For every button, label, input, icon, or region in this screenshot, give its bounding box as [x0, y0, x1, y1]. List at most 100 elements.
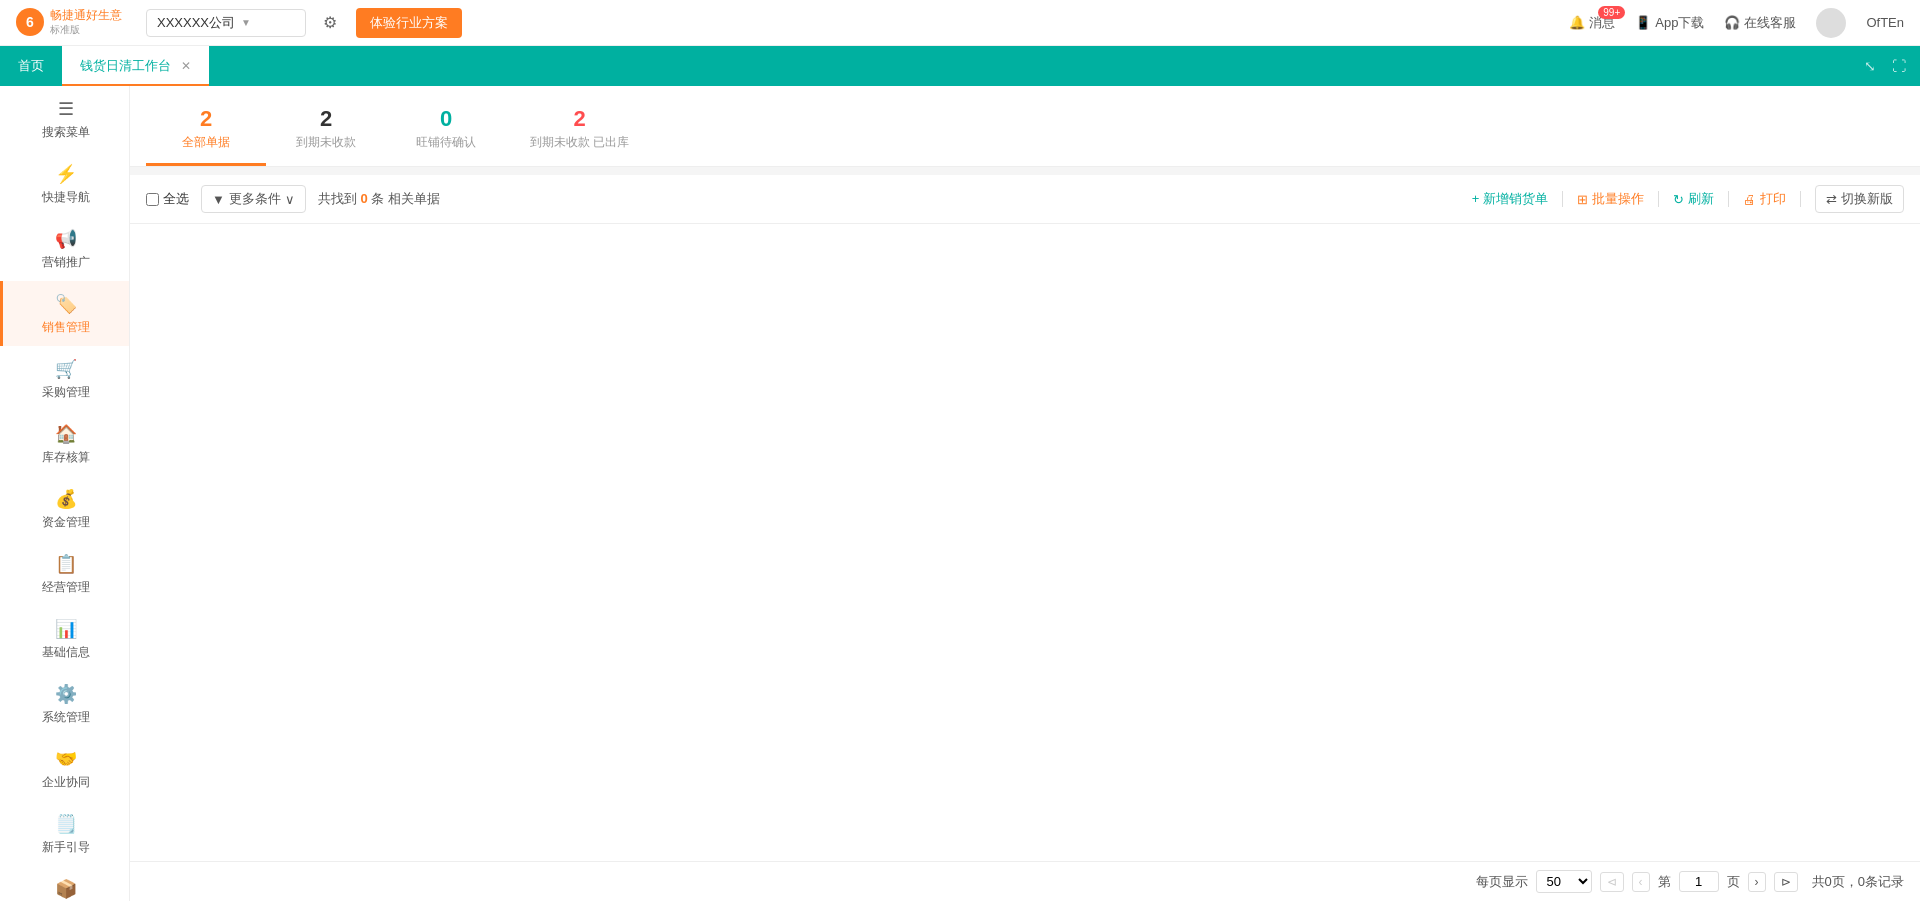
download-icon: 📱 [1635, 15, 1651, 30]
total-info: 共0页，0条记录 [1812, 873, 1904, 891]
stats-count-wangpu: 0 [410, 106, 482, 132]
company-name: XXXXXX公司 [157, 14, 235, 32]
nav-restore-icon[interactable]: ⤡ [1860, 54, 1880, 78]
logo-icon: 6 [16, 8, 44, 36]
app-tag: 标准版 [50, 23, 122, 37]
app-center-icon: 📦 [55, 878, 77, 900]
sidebar-item-inventory[interactable]: 🏠 库存核算 [0, 411, 129, 476]
nav-right-controls: ⤡ ⛶ [1860, 54, 1920, 78]
switch-version-button[interactable]: ⇄ 切换新版 [1815, 185, 1904, 213]
page-suffix: 页 [1727, 873, 1740, 891]
sidebar-item-purchase[interactable]: 🛒 采购管理 [0, 346, 129, 411]
chevron-down-icon: ▼ [241, 17, 251, 28]
stats-tab-all[interactable]: 2 全部单据 [146, 98, 266, 166]
sidebar-item-marketing[interactable]: 📢 营销推广 [0, 216, 129, 281]
sidebar: ☰ 搜索菜单 ⚡ 快捷导航 📢 营销推广 🏷️ 销售管理 🛒 采购管理 🏠 库存… [0, 86, 130, 901]
toolbar-right: + 新增销货单 ⊞ 批量操作 ↻ 刷新 🖨 打印 ⇄ [1472, 185, 1904, 213]
company-selector[interactable]: XXXXXX公司 ▼ [146, 9, 306, 37]
sidebar-item-app-center[interactable]: 📦 应用中心 [0, 866, 129, 901]
sidebar-item-basic-info[interactable]: 📊 基础信息 [0, 606, 129, 671]
print-button[interactable]: 🖨 打印 [1743, 190, 1786, 208]
prev-page-button[interactable]: ‹ [1632, 872, 1650, 892]
stats-tab-overdue-unpaid[interactable]: 2 到期未收款 [266, 98, 386, 166]
main-layout: ☰ 搜索菜单 ⚡ 快捷导航 📢 营销推广 🏷️ 销售管理 🛒 采购管理 🏠 库存… [0, 86, 1920, 901]
stats-tab-wangpu[interactable]: 0 旺铺待确认 [386, 98, 506, 166]
tab-active-indicator [62, 84, 209, 86]
stats-label-overdue: 到期未收款 [290, 134, 362, 151]
new-sales-order-button[interactable]: + 新增销货单 [1472, 190, 1548, 208]
select-all-checkbox[interactable]: 全选 [146, 190, 189, 208]
messages-button[interactable]: 🔔 消息 99+ [1569, 14, 1615, 32]
per-page-label: 每页显示 [1476, 873, 1528, 891]
search-menu-icon: ☰ [58, 98, 74, 120]
sidebar-item-operations[interactable]: 📋 经营管理 [0, 541, 129, 606]
found-count: 0 [361, 191, 368, 206]
settings-icon[interactable]: ⚙ [314, 7, 346, 39]
stats-count-unshipped: 2 [530, 106, 629, 132]
finance-icon: 💰 [55, 488, 77, 510]
stats-label-all: 全部单据 [170, 134, 242, 151]
sidebar-item-system[interactable]: ⚙️ 系统管理 [0, 671, 129, 736]
messages-badge: 99+ [1598, 6, 1625, 19]
operations-icon: 📋 [55, 553, 77, 575]
guide-icon: 🗒️ [55, 813, 77, 835]
logo-area: 6 畅捷通好生意 标准版 [16, 8, 146, 36]
divider4 [1800, 191, 1801, 207]
online-service-button[interactable]: 🎧 在线客服 [1724, 14, 1796, 32]
toolbar: 全选 ▼ 更多条件 ∨ 共找到 0 条 相关单据 + 新增销货单 ⊞ 批量操作 [130, 175, 1920, 224]
username: OfTEn [1866, 15, 1904, 30]
found-text: 共找到 0 条 相关单据 [318, 190, 440, 208]
avatar[interactable] [1816, 8, 1846, 38]
nav-expand-icon[interactable]: ⛶ [1888, 54, 1910, 78]
sidebar-item-cooperation[interactable]: 🤝 企业协同 [0, 736, 129, 801]
stats-label-unshipped: 到期未收款 已出库 [530, 134, 629, 151]
sidebar-item-quick-nav[interactable]: ⚡ 快捷导航 [0, 151, 129, 216]
divider [1562, 191, 1563, 207]
tab-cash-flow[interactable]: 钱货日清工作台 ✕ [62, 46, 209, 86]
first-page-button[interactable]: ⊲ [1600, 872, 1624, 892]
stats-count-overdue: 2 [290, 106, 362, 132]
header-right: 🔔 消息 99+ 📱 App下载 🎧 在线客服 OfTEn [1569, 8, 1904, 38]
sidebar-item-sales[interactable]: 🏷️ 销售管理 [0, 281, 129, 346]
stats-tab-overdue-unshipped[interactable]: 2 到期未收款 已出库 [506, 98, 653, 166]
cooperation-icon: 🤝 [55, 748, 77, 770]
marketing-icon: 📢 [55, 228, 77, 250]
select-all-input[interactable] [146, 193, 159, 206]
stats-count-all: 2 [170, 106, 242, 132]
refresh-icon: ↻ [1673, 192, 1684, 207]
service-icon: 🎧 [1724, 15, 1740, 30]
page-input[interactable]: 1 [1679, 871, 1719, 892]
stats-tabs: 2 全部单据 2 到期未收款 0 旺铺待确认 2 到期未收款 已出库 [146, 98, 1904, 166]
purchase-icon: 🛒 [55, 358, 77, 380]
filter-chevron-icon: ∨ [285, 192, 295, 207]
content-area: 2 全部单据 2 到期未收款 0 旺铺待确认 2 到期未收款 已出库 [130, 86, 1920, 901]
per-page-select[interactable]: 50 20 100 [1536, 870, 1592, 893]
sidebar-item-finance[interactable]: 💰 资金管理 [0, 476, 129, 541]
last-page-button[interactable]: ⊳ [1774, 872, 1798, 892]
more-filters-button[interactable]: ▼ 更多条件 ∨ [201, 185, 306, 213]
stats-bar: 2 全部单据 2 到期未收款 0 旺铺待确认 2 到期未收款 已出库 [130, 86, 1920, 167]
app-download-button[interactable]: 📱 App下载 [1635, 14, 1704, 32]
tab-close-icon[interactable]: ✕ [181, 59, 191, 73]
tab-home[interactable]: 首页 [0, 46, 62, 86]
system-icon: ⚙️ [55, 683, 77, 705]
batch-icon: ⊞ [1577, 192, 1588, 207]
stats-label-wangpu: 旺铺待确认 [410, 134, 482, 151]
pagination-bar: 每页显示 50 20 100 ⊲ ‹ 第 1 页 › ⊳ 共0页，0条记录 [130, 861, 1920, 901]
refresh-button[interactable]: ↻ 刷新 [1673, 190, 1714, 208]
page-label: 第 [1658, 873, 1671, 891]
divider2 [1658, 191, 1659, 207]
next-page-button[interactable]: › [1748, 872, 1766, 892]
basic-info-icon: 📊 [55, 618, 77, 640]
print-icon: 🖨 [1743, 192, 1756, 207]
sidebar-item-guide[interactable]: 🗒️ 新手引导 [0, 801, 129, 866]
sidebar-item-search[interactable]: ☰ 搜索菜单 [0, 86, 129, 151]
experience-button[interactable]: 体验行业方案 [356, 8, 462, 38]
divider3 [1728, 191, 1729, 207]
top-header: 6 畅捷通好生意 标准版 XXXXXX公司 ▼ ⚙ 体验行业方案 🔔 消息 99… [0, 0, 1920, 46]
sales-icon: 🏷️ [55, 293, 77, 315]
switch-icon: ⇄ [1826, 192, 1837, 207]
nav-tabs: 首页 钱货日清工作台 ✕ ⤡ ⛶ [0, 46, 1920, 86]
batch-operation-button[interactable]: ⊞ 批量操作 [1577, 190, 1644, 208]
filter-icon: ▼ [212, 192, 225, 207]
